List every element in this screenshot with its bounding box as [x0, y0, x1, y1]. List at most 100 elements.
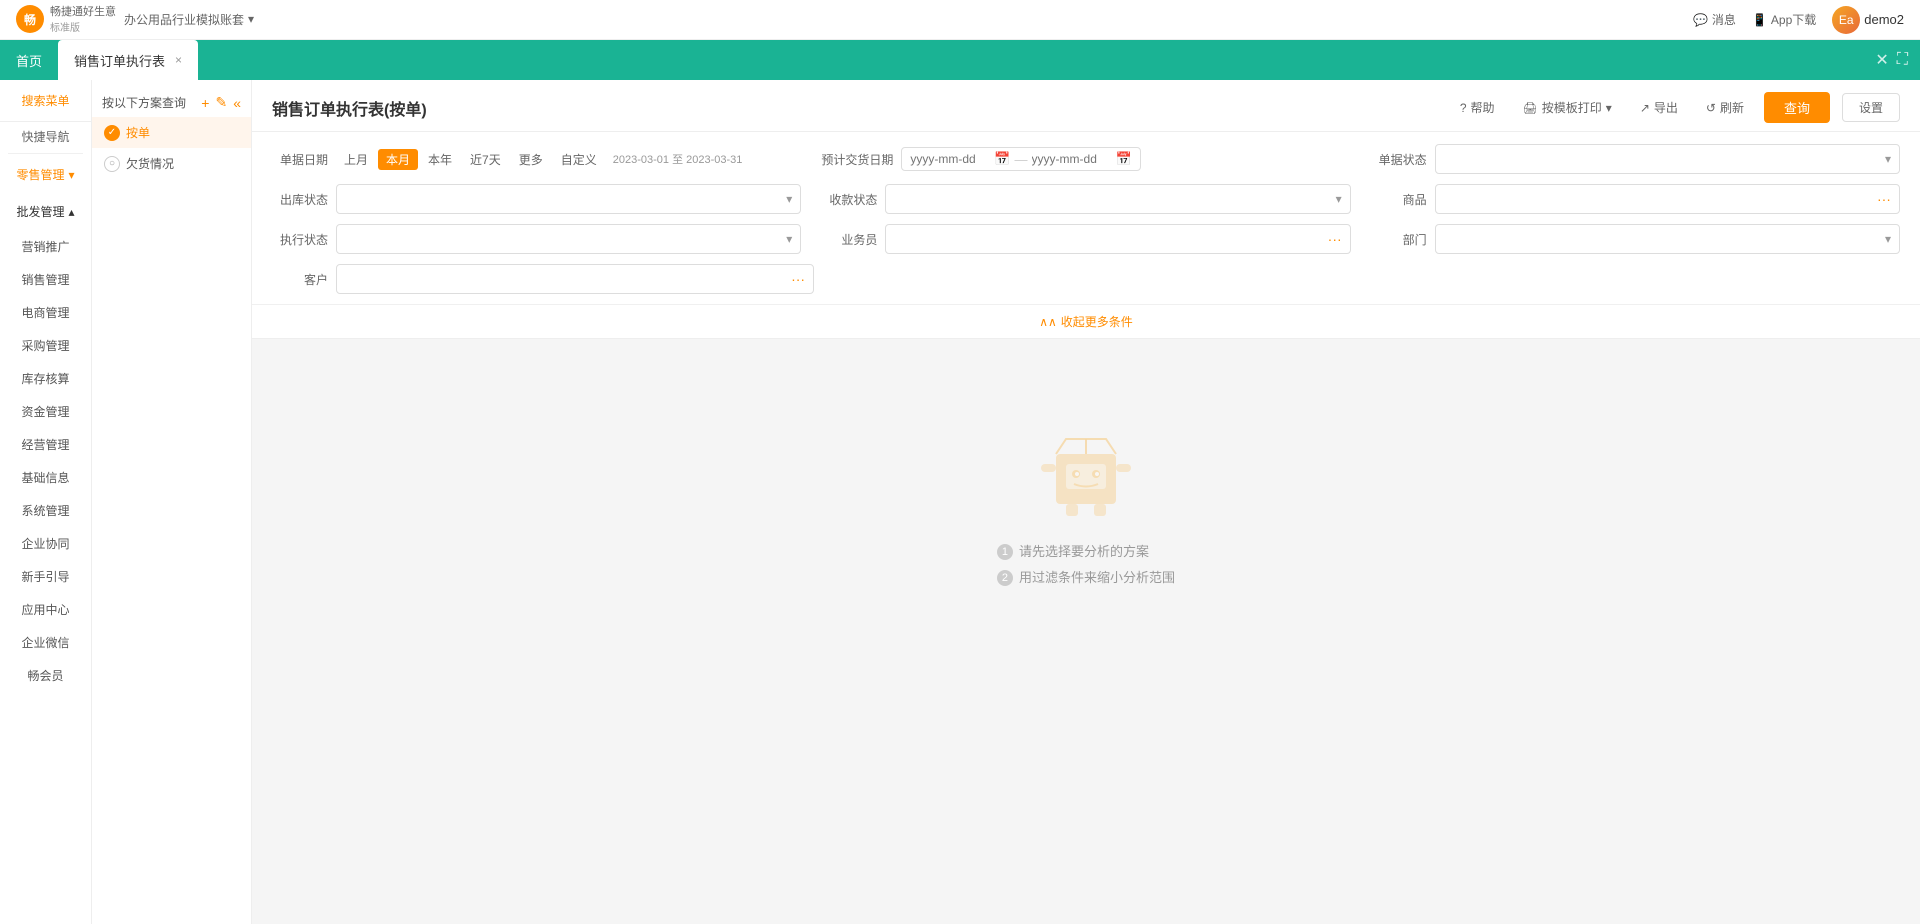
- tab-close-all-icon[interactable]: ✕: [1875, 50, 1888, 70]
- sidebar-item-inventory[interactable]: 库存核算: [0, 362, 91, 395]
- help-btn[interactable]: ? 帮助: [1452, 95, 1503, 120]
- marketing-label: 营销推广: [21, 240, 69, 254]
- exec-status-select[interactable]: ▾: [336, 224, 801, 254]
- setting-btn[interactable]: 设置: [1842, 93, 1900, 122]
- salesperson-more-icon[interactable]: ···: [1328, 231, 1342, 247]
- tab-expand-icon[interactable]: ⛶: [1897, 51, 1908, 69]
- customer-label: 客户: [272, 271, 328, 288]
- refresh-label: 刷新: [1720, 99, 1744, 116]
- goods-select[interactable]: ···: [1435, 184, 1900, 214]
- scheme-add-btn[interactable]: +: [201, 95, 209, 111]
- scheme-panel: 按以下方案查询 + ✎ « ✓ 按单 ○ 欠货情况: [92, 80, 252, 924]
- wechat-label: 企业微信: [21, 636, 69, 650]
- sidebar: 搜索菜单 快捷导航 零售管理 ▾ 批发管理 ▴ 营销推广 销售管理 电商管理 采…: [0, 80, 92, 924]
- main-content: 销售订单执行表(按单) ? 帮助 🖨 按模板打印 ▾ ↗ 导出: [252, 80, 1920, 924]
- app-download-btn[interactable]: 📱 App下载: [1752, 11, 1816, 28]
- sidebar-item-ecommerce[interactable]: 电商管理: [0, 296, 91, 329]
- sidebar-item-enterprise[interactable]: 企业协同: [0, 527, 91, 560]
- doc-status-select[interactable]: ▾: [1435, 144, 1900, 174]
- sidebar-item-wechat[interactable]: 企业微信: [0, 626, 91, 659]
- date-btn-7days[interactable]: 近7天: [462, 149, 509, 170]
- header-left: 畅 畅捷通好生意 标准版 办公用品行业模拟账套 ▾: [16, 5, 254, 34]
- goods-more-icon[interactable]: ···: [1877, 191, 1891, 207]
- sidebar-group-wholesale: 批发管理 ▴: [0, 193, 91, 230]
- expected-date-start-input[interactable]: [910, 152, 990, 166]
- stock-status-label: 出库状态: [272, 191, 328, 208]
- content-area: 按以下方案查询 + ✎ « ✓ 按单 ○ 欠货情况 销售订单执行表(按单): [92, 80, 1920, 924]
- message-btn[interactable]: 💬 消息: [1693, 11, 1736, 28]
- stock-status-select[interactable]: ▾: [336, 184, 801, 214]
- sidebar-item-system[interactable]: 系统管理: [0, 494, 91, 527]
- goods-label: 商品: [1371, 191, 1427, 208]
- filter-row-2: 出库状态 ▾ 收款状态 ▾ 商品: [252, 174, 1920, 214]
- print-dropdown-icon[interactable]: ▾: [1606, 101, 1612, 115]
- app-title: 办公用品行业模拟账套: [124, 11, 244, 28]
- app-title-area[interactable]: 办公用品行业模拟账套 ▾: [124, 11, 254, 28]
- customer-select[interactable]: ···: [336, 264, 814, 294]
- user-area[interactable]: Ea demo2: [1832, 6, 1904, 34]
- scheme-item-by-order[interactable]: ✓ 按单: [92, 117, 251, 148]
- sidebar-item-newbie[interactable]: 新手引导: [0, 560, 91, 593]
- filter-stock-status-group: 出库状态 ▾: [272, 184, 801, 214]
- collapse-filters-btn[interactable]: ∧∧ 收起更多条件: [252, 304, 1920, 338]
- newbie-label: 新手引导: [21, 570, 69, 584]
- date-btn-custom[interactable]: 自定义: [553, 149, 605, 170]
- sidebar-item-purchase[interactable]: 采购管理: [0, 329, 91, 362]
- date-calendar-icon-start[interactable]: 📅: [994, 151, 1010, 167]
- wholesale-chevron: ▴: [68, 205, 74, 219]
- ecommerce-label: 电商管理: [21, 306, 69, 320]
- export-btn[interactable]: ↗ 导出: [1632, 95, 1686, 120]
- sidebar-item-member[interactable]: 畅会员: [0, 659, 91, 692]
- expected-date-end-input[interactable]: [1032, 152, 1112, 166]
- scheme-panel-header: 按以下方案查询 + ✎ «: [92, 88, 251, 117]
- member-label: 畅会员: [27, 669, 63, 683]
- appcenter-label: 应用中心: [21, 603, 69, 617]
- scheme-panel-icons: + ✎ «: [201, 94, 241, 111]
- expected-date-input-group[interactable]: 📅 — 📅: [901, 147, 1140, 171]
- dept-select[interactable]: ▾: [1435, 224, 1900, 254]
- help-label: 帮助: [1471, 99, 1495, 116]
- date-btn-last-month[interactable]: 上月: [336, 149, 376, 170]
- tip-text-1: 请先选择要分析的方案: [1019, 539, 1149, 565]
- scheme-collapse-btn[interactable]: «: [233, 95, 241, 111]
- stock-status-arrow: ▾: [786, 192, 792, 206]
- date-btn-more[interactable]: 更多: [511, 149, 551, 170]
- scheme-edit-btn[interactable]: ✎: [215, 94, 227, 111]
- collapse-label: 收起更多条件: [1061, 313, 1133, 330]
- scheme-item-by-debt[interactable]: ○ 欠货情况: [92, 148, 251, 179]
- sidebar-item-basic[interactable]: 基础信息: [0, 461, 91, 494]
- sidebar-item-finance[interactable]: 资金管理: [0, 395, 91, 428]
- print-btn[interactable]: 🖨 按模板打印 ▾: [1515, 95, 1620, 120]
- page-title: 销售订单执行表(按单): [272, 96, 427, 120]
- customer-more-icon[interactable]: ···: [791, 271, 805, 287]
- date-filter-label: 单据日期: [272, 151, 328, 168]
- date-btn-this-year[interactable]: 本年: [420, 149, 460, 170]
- doc-status-label: 单据状态: [1371, 151, 1427, 168]
- search-menu-btn[interactable]: 搜索菜单: [6, 88, 85, 113]
- refresh-btn[interactable]: ↺ 刷新: [1698, 95, 1752, 120]
- salesperson-select[interactable]: ···: [885, 224, 1350, 254]
- scheme-by-debt-label: 欠货情况: [126, 155, 174, 172]
- quick-nav-btn[interactable]: 快捷导航: [0, 122, 91, 151]
- sidebar-item-marketing[interactable]: 营销推广: [0, 230, 91, 263]
- dept-label: 部门: [1371, 231, 1427, 248]
- empty-illustration: [1036, 419, 1136, 519]
- operation-label: 经营管理: [21, 438, 69, 452]
- exec-status-label: 执行状态: [272, 231, 328, 248]
- date-btn-this-month[interactable]: 本月: [378, 149, 418, 170]
- dropdown-icon[interactable]: ▾: [248, 12, 254, 26]
- date-calendar-icon-end[interactable]: 📅: [1116, 151, 1132, 167]
- tab-sales-order[interactable]: 销售订单执行表 ×: [58, 40, 198, 80]
- tab-home[interactable]: 首页: [0, 40, 58, 80]
- wholesale-label: 批发管理: [16, 203, 64, 220]
- tab-close-icon[interactable]: ×: [175, 53, 182, 67]
- sales-order-tab-label: 销售订单执行表: [74, 51, 165, 70]
- logo-icon: 畅: [16, 5, 44, 33]
- sidebar-item-wholesale[interactable]: 批发管理 ▴: [0, 195, 91, 228]
- sidebar-item-appcenter[interactable]: 应用中心: [0, 593, 91, 626]
- payment-status-select[interactable]: ▾: [885, 184, 1350, 214]
- sidebar-item-sales[interactable]: 销售管理: [0, 263, 91, 296]
- search-btn[interactable]: 查询: [1764, 92, 1830, 123]
- sidebar-item-retail[interactable]: 零售管理 ▾: [0, 158, 91, 191]
- sidebar-item-operation[interactable]: 经营管理: [0, 428, 91, 461]
